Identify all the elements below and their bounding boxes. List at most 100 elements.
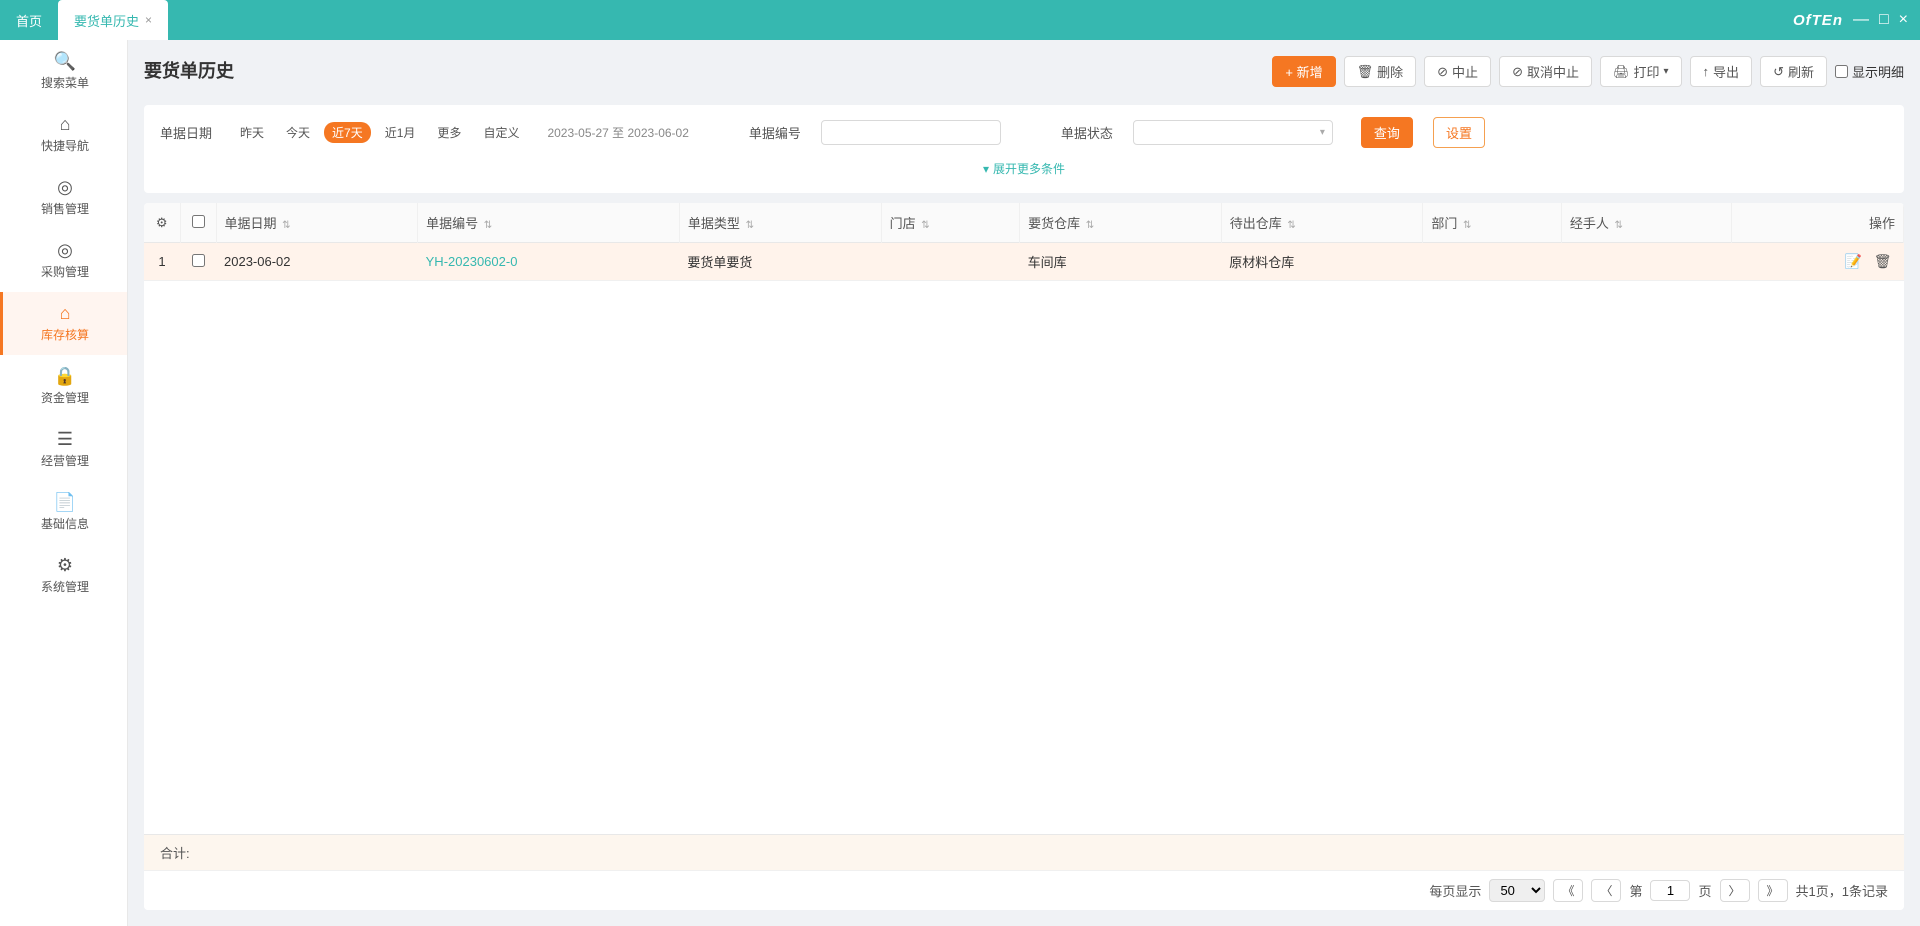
- sort-number-icon[interactable]: ⇅: [484, 220, 492, 231]
- export-icon: ↑: [1703, 64, 1710, 79]
- cancel-stop-button[interactable]: ⊘ 取消中止: [1499, 56, 1592, 87]
- per-page-select[interactable]: 10 20 50 100: [1489, 879, 1545, 902]
- page-title: 要货单历史: [144, 57, 234, 83]
- sidebar-item-operations[interactable]: ☰ 经营管理: [0, 418, 127, 481]
- cancel-stop-label: 取消中止: [1527, 62, 1579, 81]
- row-pending-warehouse: 原材料仓库: [1221, 243, 1423, 281]
- page-number-input[interactable]: [1650, 880, 1690, 901]
- sidebar-item-purchase[interactable]: ◎ 采购管理: [0, 229, 127, 292]
- window-close-icon[interactable]: ×: [1899, 11, 1908, 29]
- top-tabs: 首页 要货单历史 ×: [0, 0, 168, 40]
- sidebar-item-system[interactable]: ⚙ 系统管理: [0, 544, 127, 607]
- th-handler: 经手人 ⇅: [1561, 203, 1731, 243]
- th-settings: ⚙: [144, 203, 180, 243]
- query-button[interactable]: 查询: [1361, 117, 1413, 148]
- row-no: 1: [144, 243, 180, 281]
- sidebar-item-sales-label: 销售管理: [41, 200, 89, 217]
- select-all-checkbox[interactable]: [192, 215, 205, 228]
- date-opt-today[interactable]: 今天: [278, 122, 318, 143]
- row-edit-button[interactable]: 📝: [1841, 251, 1866, 272]
- print-button[interactable]: 🖨 打印 ▾: [1600, 56, 1682, 87]
- prev-page-button[interactable]: 〈: [1591, 879, 1621, 902]
- date-opt-1month[interactable]: 近1月: [377, 122, 424, 143]
- tab-close-icon[interactable]: ×: [145, 13, 152, 27]
- th-action: 操作: [1731, 203, 1903, 243]
- sort-pend-wh-icon[interactable]: ⇅: [1287, 220, 1295, 231]
- sidebar-item-finance[interactable]: 🔒 资金管理: [0, 355, 127, 418]
- tab-home[interactable]: 首页: [0, 0, 58, 40]
- new-label: + 新增: [1285, 62, 1322, 81]
- sidebar-item-basic-info-label: 基础信息: [41, 515, 89, 532]
- table-row: 1 2023-06-02 YH-20230602-0 要货单要货 车间库: [144, 243, 1904, 281]
- total-records-label: 共1页，1条记录: [1796, 881, 1888, 900]
- date-opt-custom[interactable]: 自定义: [475, 122, 527, 143]
- tab-purchase-history[interactable]: 要货单历史 ×: [58, 0, 168, 40]
- page-unit-label: 页: [1698, 881, 1711, 900]
- toolbar: + 新增 🗑 删除 ⊘ 中止 ⊘ 取消中止 🖨 打印 ▾: [1272, 56, 1904, 87]
- sidebar-item-sales[interactable]: ◎ 销售管理: [0, 166, 127, 229]
- display-detail-checkbox[interactable]: [1835, 65, 1848, 78]
- sort-type-icon[interactable]: ⇅: [746, 220, 754, 231]
- delete-icon: 🗑: [1357, 64, 1374, 80]
- page-label: 第: [1629, 881, 1642, 900]
- query-label: 查询: [1374, 123, 1400, 142]
- next-page-button[interactable]: 〉: [1720, 879, 1750, 902]
- col-dept-label: 部门: [1431, 216, 1457, 231]
- th-checkbox: [180, 203, 216, 243]
- sort-store-icon[interactable]: ⇅: [921, 220, 929, 231]
- home-icon: ⌂: [60, 115, 71, 133]
- expand-down-icon: ▾: [983, 162, 989, 176]
- pagination: 每页显示 10 20 50 100 《 〈 第 页 〉 》 共1页，1条记录: [144, 870, 1904, 910]
- main-layout: 🔍 搜索菜单 ⌂ 快捷导航 ◎ 销售管理 ◎ 采购管理 ⌂ 库存核算 🔒 资金管…: [0, 40, 1920, 926]
- th-date: 单据日期 ⇅: [216, 203, 418, 243]
- row-req-warehouse: 车间库: [1020, 243, 1222, 281]
- sidebar-item-operations-label: 经营管理: [41, 452, 89, 469]
- row-date: 2023-06-02: [216, 243, 418, 281]
- system-icon: ⚙: [57, 556, 73, 574]
- row-select-checkbox[interactable]: [192, 254, 205, 267]
- th-req-warehouse: 要货仓库 ⇅: [1020, 203, 1222, 243]
- sidebar-item-search[interactable]: 🔍 搜索菜单: [0, 40, 127, 103]
- sort-dept-icon[interactable]: ⇅: [1463, 220, 1471, 231]
- sort-req-wh-icon[interactable]: ⇅: [1086, 220, 1094, 231]
- stop-button[interactable]: ⊘ 中止: [1424, 56, 1491, 87]
- status-input[interactable]: [1133, 120, 1333, 145]
- sort-handler-icon[interactable]: ⇅: [1614, 220, 1622, 231]
- setting-button[interactable]: 设置: [1433, 117, 1485, 148]
- refresh-label: 刷新: [1788, 62, 1814, 81]
- refresh-icon: ↺: [1773, 64, 1784, 80]
- print-dropdown-icon: ▾: [1664, 66, 1669, 77]
- stop-icon: ⊘: [1437, 64, 1448, 80]
- sidebar-item-basic-info[interactable]: 📄 基础信息: [0, 481, 127, 544]
- refresh-button[interactable]: ↺ 刷新: [1760, 56, 1827, 87]
- export-button[interactable]: ↑ 导出: [1690, 56, 1753, 87]
- window-maximize-icon[interactable]: □: [1879, 11, 1889, 29]
- basic-info-icon: 📄: [54, 493, 76, 511]
- sort-date-icon[interactable]: ⇅: [282, 220, 290, 231]
- date-opt-7days[interactable]: 近7天: [324, 122, 371, 143]
- sidebar-item-inventory-label: 库存核算: [41, 326, 89, 343]
- expand-more[interactable]: ▾ 展开更多条件: [160, 156, 1888, 181]
- window-minimize-icon[interactable]: —: [1853, 11, 1869, 29]
- top-bar-right: OfTEn — □ ×: [1793, 11, 1920, 29]
- col-handler-label: 经手人: [1570, 216, 1609, 231]
- th-pending-warehouse: 待出仓库 ⇅: [1221, 203, 1423, 243]
- new-button[interactable]: + 新增: [1272, 56, 1335, 87]
- delete-label: 删除: [1377, 62, 1403, 81]
- display-detail-toggle[interactable]: 显示明细: [1835, 62, 1904, 81]
- date-opt-yesterday[interactable]: 昨天: [232, 122, 272, 143]
- delete-button[interactable]: 🗑 删除: [1344, 56, 1417, 87]
- doc-no-input[interactable]: [821, 120, 1001, 145]
- main-content: 要货单历史 + 新增 🗑 删除 ⊘ 中止 ⊘ 取消中止 🖨: [128, 40, 1920, 926]
- date-opt-more[interactable]: 更多: [429, 122, 469, 143]
- row-actions: 📝 🗑: [1731, 243, 1903, 281]
- col-date-label: 单据日期: [225, 216, 277, 231]
- row-number-link[interactable]: YH-20230602-0: [426, 254, 518, 269]
- first-page-button[interactable]: 《: [1553, 879, 1583, 902]
- sidebar-item-quick-nav[interactable]: ⌂ 快捷导航: [0, 103, 127, 166]
- last-page-button[interactable]: 》: [1758, 879, 1788, 902]
- row-delete-button[interactable]: 🗑: [1870, 251, 1896, 272]
- settings-icon[interactable]: ⚙: [156, 215, 168, 230]
- sidebar-item-inventory[interactable]: ⌂ 库存核算: [0, 292, 127, 355]
- th-department: 部门 ⇅: [1423, 203, 1562, 243]
